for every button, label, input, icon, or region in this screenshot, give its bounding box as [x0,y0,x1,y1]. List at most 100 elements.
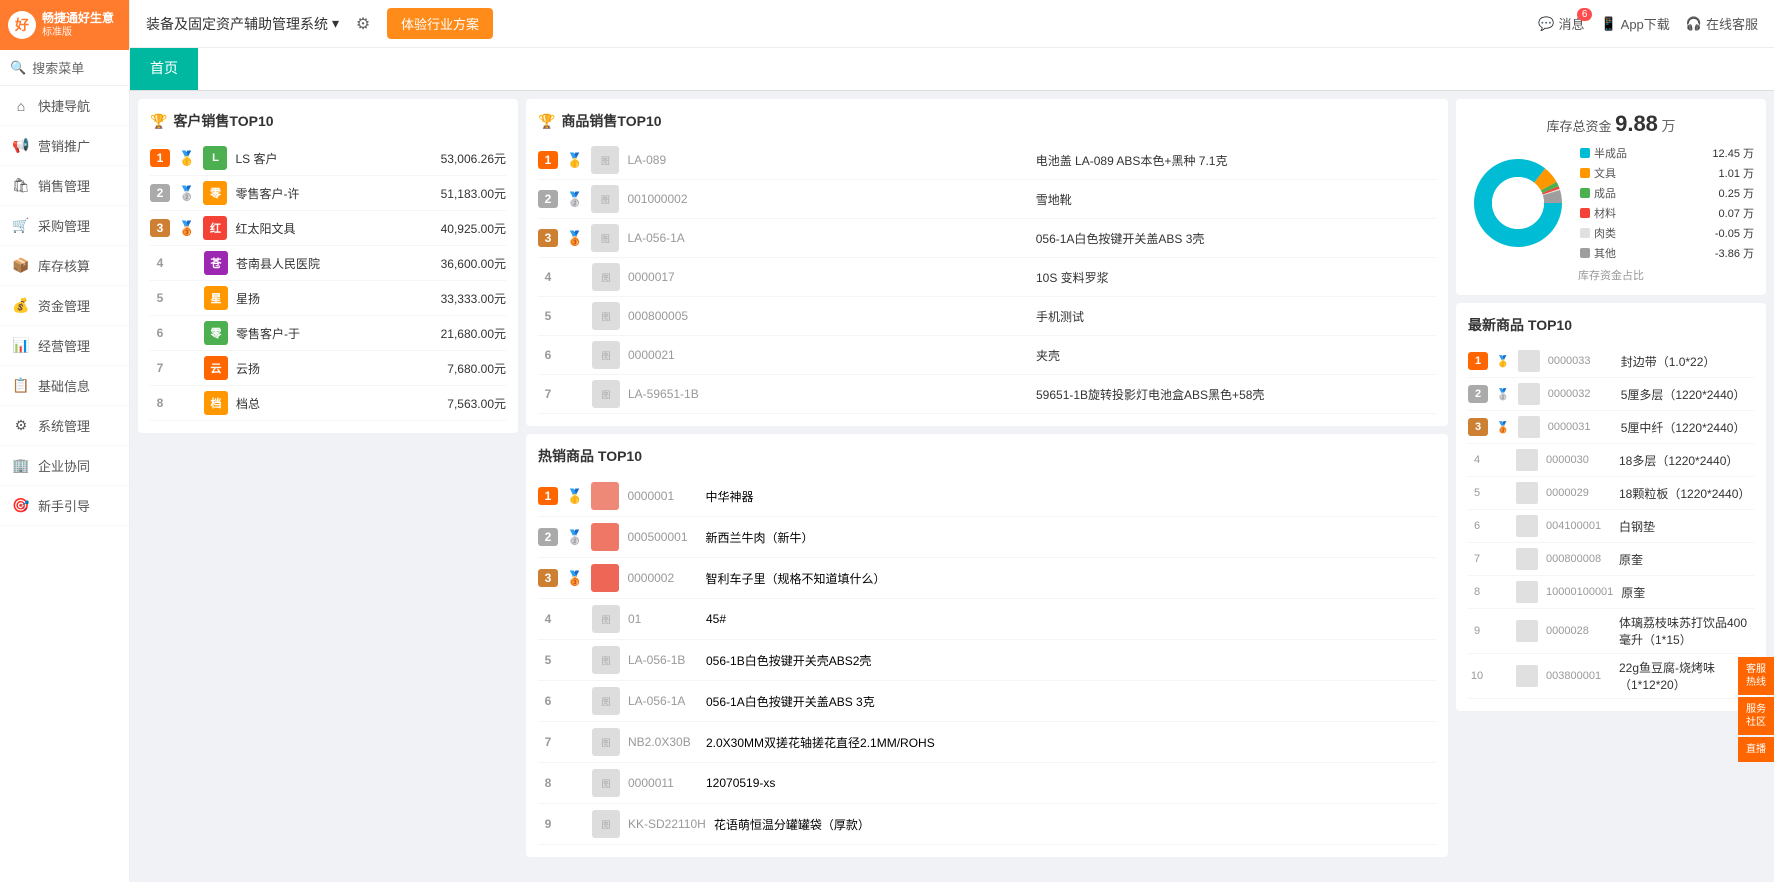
rank-item: 1🥇LLS 客户53,006.26元 [150,141,506,176]
trophy-icon: 🥇 [178,150,195,167]
sidebar-item-enterprise[interactable]: 🏢企业协同 [0,446,129,486]
product-image: 图 [592,687,620,715]
product-code: 004100001 [1546,520,1611,532]
rank-avatar: 红 [203,216,227,240]
rank-number: 9 [538,817,558,831]
customer-ranking-title: 🏆 客户销售TOP10 [150,111,506,131]
product-name: 22g鱼豆腐-烧烤味（1*12*20） [1619,659,1754,693]
trial-button[interactable]: 体验行业方案 [387,8,493,39]
sidebar-item-basic-info[interactable]: 📋基础信息 [0,366,129,406]
product-code: 000800005 [628,309,1028,323]
trophy-icon: 🥈 [178,185,195,202]
sidebar-item-finance[interactable]: 💰资金管理 [0,286,129,326]
hot-product-item: 5图LA-056-1B056-1B白色按键开关壳ABS2壳 [538,640,1436,681]
sidebar-item-quick-nav[interactable]: ⌂ 快捷导航 [0,86,129,126]
product-code: LA-089 [627,153,1027,167]
product-name: 12070519-xs [706,776,775,790]
rank-item: 8档档总7,563.00元 [150,386,506,421]
rank-number: 5 [150,291,170,305]
product-image: 图 [592,728,620,756]
product-code: KK-SD22110H [628,817,706,831]
trophy-icon: 🥈 [1496,388,1510,401]
sidebar-item-system[interactable]: ⚙系统管理 [0,406,129,446]
logo-main: 畅捷通好生意 [42,11,114,27]
rank-number: 5 [538,653,558,667]
content-tabs: 首页 [130,48,1774,91]
online-service-action[interactable]: 🎧 在线客服 [1686,14,1758,33]
product-name: 中华神器 [705,488,753,505]
settings-button[interactable]: ⚙ [349,10,377,38]
rank-avatar: 档 [204,391,228,415]
sidebar-item-purchase[interactable]: 🛒采购管理 [0,206,129,246]
hot-products-title: 热销商品 TOP10 [538,446,1436,466]
sidebar-item-guide[interactable]: 🎯新手引导 [0,486,129,526]
trophy2-icon: 🏆 [538,113,555,130]
rank-number: 6 [538,694,558,708]
tab-home[interactable]: 首页 [130,48,198,90]
nav-icon-inventory: 📦 [12,257,30,274]
product-name: 59651-1B旋转投影灯电池盒ABS黑色+58壳 [1036,386,1436,403]
sidebar-search[interactable]: 🔍 搜索菜单 [0,50,129,86]
product-image: 图 [592,380,620,408]
product-name: 18颗粒板（1220*2440） [1619,485,1754,502]
logo-text: 畅捷通好生意 标准版 [42,11,114,40]
headset-icon: 🎧 [1686,16,1702,32]
rank-number: 2 [150,184,170,202]
legend-value: 12.45 万 [1699,145,1754,161]
product-code: 0000017 [628,270,1028,284]
product-image: 图 [592,646,620,674]
rank-amount: 7,680.00元 [447,360,506,377]
new-product-item: 1000380000122g鱼豆腐-烧烤味（1*12*20） [1468,654,1754,699]
float-button[interactable]: 客服热线 [1738,657,1774,695]
product-ranking-title: 🏆 商品销售TOP10 [538,111,1436,131]
nav-icon-system: ⚙ [12,417,30,434]
rank-number: 1 [538,487,558,505]
rank-item: 6图0000021夹壳 [538,336,1436,375]
app-download-label: App下载 [1621,14,1670,33]
float-button[interactable]: 服务社区 [1738,697,1774,735]
legend-item: 成品0.25 万 [1580,185,1754,201]
sidebar-item-operations[interactable]: 📊经营管理 [0,326,129,366]
rank-item: 3🥉红红太阳文具40,925.00元 [150,211,506,246]
sidebar-item-marketing[interactable]: 📢营销推广 [0,126,129,166]
nav-label-operations: 经营管理 [38,336,90,355]
rank-amount: 7,563.00元 [447,395,506,412]
product-code: 0000002 [627,571,697,585]
product-code: 003800001 [1546,670,1611,682]
hot-products-list: 1🥇0000001中华神器2🥈000500001新西兰牛肉（新牛）3🥉00000… [538,476,1436,845]
rank-amount: 36,600.00元 [441,255,506,272]
rank-name: 星扬 [236,290,433,307]
rank-number: 8 [538,776,558,790]
rank-number: 6 [538,348,558,362]
rank-number: 4 [1468,454,1486,466]
float-button[interactable]: 直播 [1738,737,1774,762]
product-code: 0000032 [1548,388,1613,400]
rank-number: 3 [538,569,558,587]
trophy-icon: 🥇 [566,152,583,169]
mobile-icon: 📱 [1600,16,1616,32]
legend-item: 材料0.07 万 [1580,205,1754,221]
rank-item: 5星星扬33,333.00元 [150,281,506,316]
rank-item: 3🥉图LA-056-1A056-1A白色按键开关盖ABS 3壳 [538,219,1436,258]
product-image [591,523,619,551]
legend-label: 其他 [1594,245,1695,261]
product-image [1516,548,1538,570]
system-title-dropdown[interactable]: 装备及固定资产辅助管理系统 ▾ [146,14,339,34]
nav-icon-basic-info: 📋 [12,377,30,394]
sidebar-item-inventory[interactable]: 📦库存核算 [0,246,129,286]
message-action[interactable]: 💬 消息 6 [1538,14,1584,33]
sidebar-item-sales[interactable]: 🛍销售管理 [0,166,129,206]
product-code: NB2.0X30B [628,735,698,749]
rank-name: 零售客户-许 [235,185,432,202]
app-download-action[interactable]: 📱 App下载 [1600,14,1669,33]
nav-icon-quick-nav: ⌂ [12,98,30,114]
inventory-total: 库存总资金 9.88 万 [1468,111,1754,137]
product-name: 056-1A白色按键开关盖ABS 3壳 [1036,230,1436,247]
rank-number: 4 [150,256,170,270]
product-image [1516,620,1538,642]
nav-icon-sales: 🛍 [12,177,30,194]
product-image: 图 [591,185,619,213]
donut-container: 半成品12.45 万文具1.01 万成品0.25 万材料0.07 万肉类-0.0… [1468,145,1754,261]
nav-label-quick-nav: 快捷导航 [38,96,90,115]
product-image: 图 [592,341,620,369]
